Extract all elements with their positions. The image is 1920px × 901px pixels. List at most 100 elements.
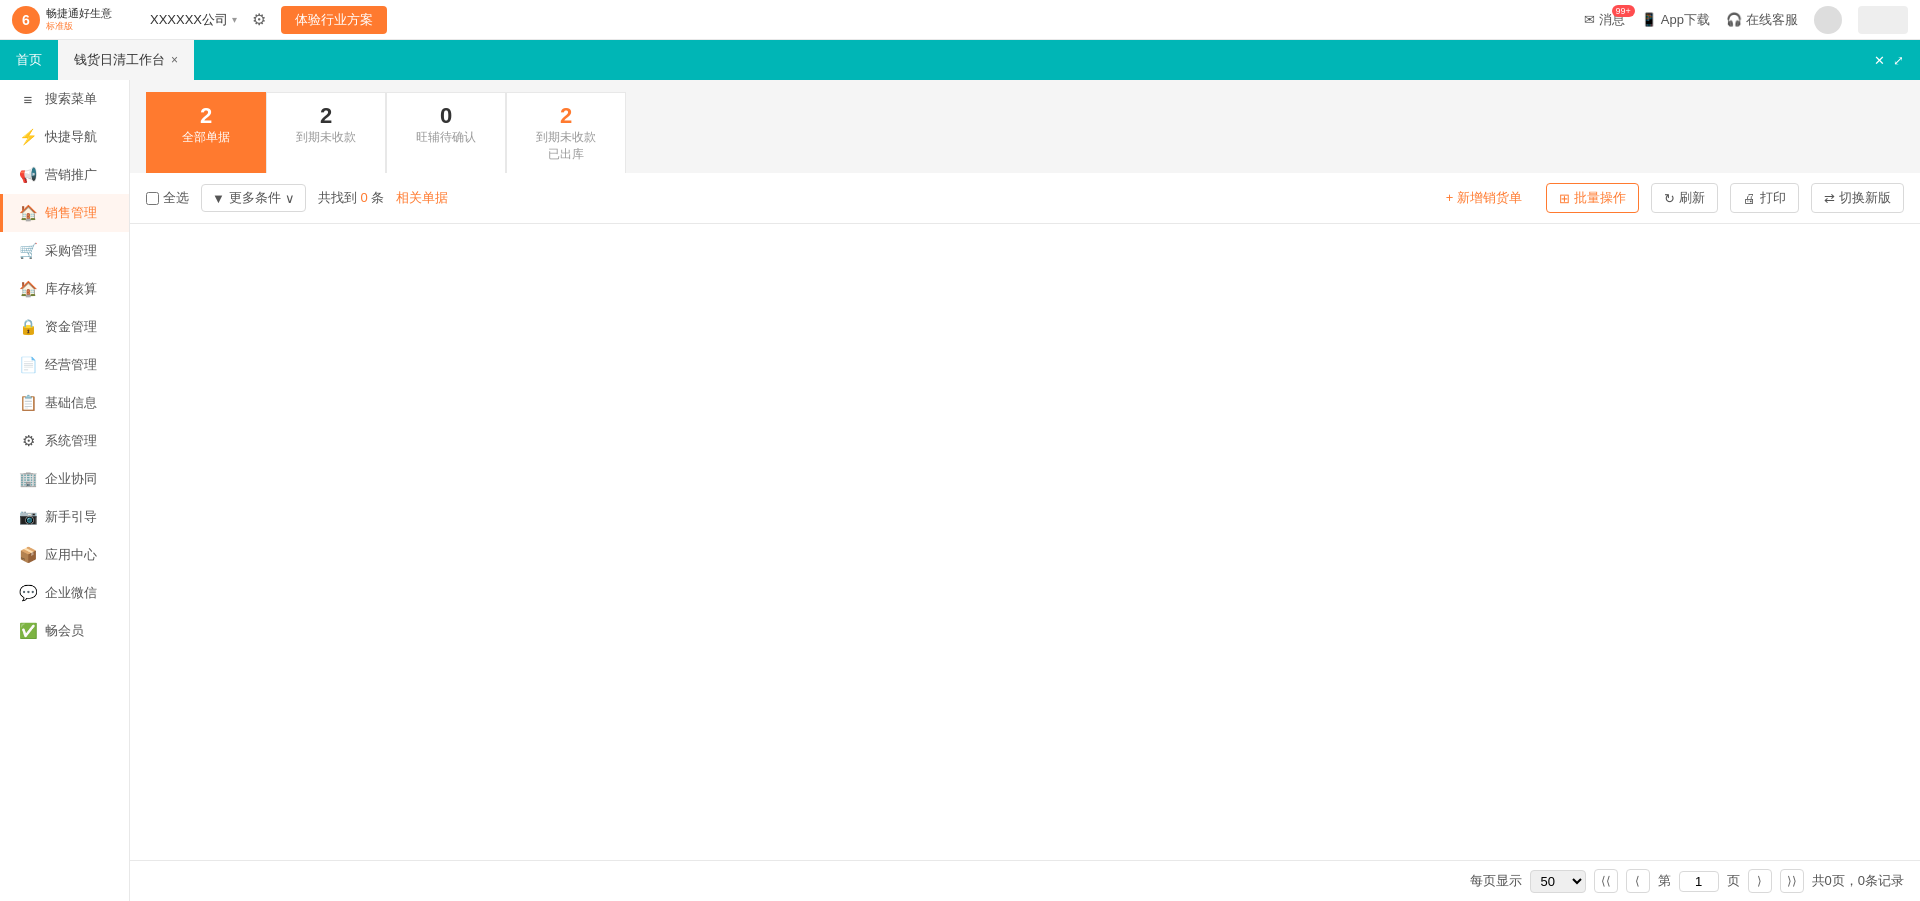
home-tab-label: 首页 bbox=[16, 51, 42, 69]
cooperation-icon: 🏢 bbox=[19, 470, 37, 488]
footer-pagination: 每页显示 50 20 100 ⟨⟨ ⟨ 第 页 ⟩ ⟩⟩ 共0页，0条记录 bbox=[130, 860, 1920, 901]
select-all-input[interactable] bbox=[146, 192, 159, 205]
app-download-item[interactable]: 📱 App下载 bbox=[1641, 11, 1710, 29]
next-page-btn[interactable]: ⟩ bbox=[1748, 869, 1772, 893]
sidebar: ≡ 搜索菜单 ⚡ 快捷导航 📢 营销推广 🏠 销售管理 🛒 采购管理 🏠 库存核… bbox=[0, 80, 130, 901]
print-btn[interactable]: 🖨 打印 bbox=[1730, 183, 1799, 213]
main-layout: ≡ 搜索菜单 ⚡ 快捷导航 📢 营销推广 🏠 销售管理 🛒 采购管理 🏠 库存核… bbox=[0, 80, 1920, 901]
sidebar-member-label: 畅会员 bbox=[45, 622, 84, 640]
switch-label: 切换新版 bbox=[1839, 189, 1891, 207]
sidebar-purchase-label: 采购管理 bbox=[45, 242, 97, 260]
stats-tab-overdue[interactable]: 2 到期未收款 bbox=[266, 92, 386, 173]
stats-tab-out-stock[interactable]: 2 到期未收款 已出库 bbox=[506, 92, 626, 173]
chevron-down-icon: ▾ bbox=[232, 14, 237, 25]
tab-expand-controls: ✕ ⤢ bbox=[1874, 40, 1920, 80]
stats-out-stock-count: 2 bbox=[527, 103, 605, 129]
tab-close-icon[interactable]: × bbox=[171, 53, 178, 67]
sidebar-item-capital[interactable]: 🔒 资金管理 bbox=[0, 308, 129, 346]
inventory-icon: 🏠 bbox=[19, 280, 37, 298]
sidebar-item-basic-info[interactable]: 📋 基础信息 bbox=[0, 384, 129, 422]
avatar[interactable] bbox=[1814, 6, 1842, 34]
system-icon: ⚙ bbox=[19, 432, 37, 450]
batch-op-btn[interactable]: ⊞ 批量操作 bbox=[1546, 183, 1639, 213]
trial-btn[interactable]: 体验行业方案 bbox=[281, 6, 387, 34]
toolbar: 全选 ▼ 更多条件 ∨ 共找到 0 条 相关单据 + 新增销货单 ⊞ 批 bbox=[130, 173, 1920, 224]
logo-text-area: 畅捷通好生意 标准版 bbox=[46, 6, 112, 33]
marketing-icon: 📢 bbox=[19, 166, 37, 184]
close-window-icon[interactable]: ✕ bbox=[1874, 53, 1885, 68]
stats-overdue-label: 到期未收款 bbox=[287, 129, 365, 146]
filter-label: 更多条件 bbox=[229, 189, 281, 207]
switch-version-btn[interactable]: ⇄ 切换新版 bbox=[1811, 183, 1904, 213]
print-label: 打印 bbox=[1760, 189, 1786, 207]
select-all-checkbox[interactable]: 全选 bbox=[146, 189, 189, 207]
company-selector[interactable]: XXXXXX公司 ▾ bbox=[142, 11, 245, 29]
tab-workbench[interactable]: 钱货日清工作台 × bbox=[58, 40, 194, 80]
page-number-input[interactable] bbox=[1679, 871, 1719, 892]
online-service-item[interactable]: 🎧 在线客服 bbox=[1726, 11, 1798, 29]
maximize-icon[interactable]: ⤢ bbox=[1893, 53, 1904, 68]
company-name: XXXXXX公司 bbox=[150, 11, 228, 29]
stats-wangwang-count: 0 bbox=[407, 103, 485, 129]
sidebar-item-cooperation[interactable]: 🏢 企业协同 bbox=[0, 460, 129, 498]
sidebar-item-apps[interactable]: 📦 应用中心 bbox=[0, 536, 129, 574]
sidebar-item-operation[interactable]: 📄 经营管理 bbox=[0, 346, 129, 384]
sidebar-inventory-label: 库存核算 bbox=[45, 280, 97, 298]
sidebar-item-wechat[interactable]: 💬 企业微信 bbox=[0, 574, 129, 612]
page-suffix: 页 bbox=[1727, 872, 1740, 890]
logo-icon: 6 bbox=[12, 6, 40, 34]
stats-tab-wangwang[interactable]: 0 旺辅待确认 bbox=[386, 92, 506, 173]
user-name bbox=[1858, 6, 1908, 34]
logo-badge: 标准版 bbox=[46, 20, 112, 33]
sidebar-item-quick-nav[interactable]: ⚡ 快捷导航 bbox=[0, 118, 129, 156]
headset-icon: 🎧 bbox=[1726, 12, 1742, 27]
refresh-btn[interactable]: ↻ 刷新 bbox=[1651, 183, 1718, 213]
sidebar-item-system[interactable]: ⚙ 系统管理 bbox=[0, 422, 129, 460]
stats-out-stock-label: 到期未收款 已出库 bbox=[527, 129, 605, 163]
found-count: 0 bbox=[361, 190, 368, 205]
sidebar-item-search[interactable]: ≡ 搜索菜单 bbox=[0, 80, 129, 118]
topbar: 6 畅捷通好生意 标准版 XXXXXX公司 ▾ ⚙ 体验行业方案 ✉ 消息 99… bbox=[0, 0, 1920, 40]
new-sales-btn[interactable]: + 新增销货单 bbox=[1434, 184, 1534, 212]
first-page-btn[interactable]: ⟨⟨ bbox=[1594, 869, 1618, 893]
stats-tab-all[interactable]: 2 全部单据 bbox=[146, 92, 266, 173]
sidebar-item-marketing[interactable]: 📢 营销推广 bbox=[0, 156, 129, 194]
last-page-btn[interactable]: ⟩⟩ bbox=[1780, 869, 1804, 893]
toolbar-right: + 新增销货单 ⊞ 批量操作 ↻ 刷新 🖨 打印 ⇄ 切换新版 bbox=[1434, 183, 1904, 213]
settings-icon[interactable]: ⚙ bbox=[245, 6, 273, 34]
wechat-icon: 💬 bbox=[19, 584, 37, 602]
total-info: 共0页，0条记录 bbox=[1812, 872, 1904, 890]
page-label: 第 bbox=[1658, 872, 1671, 890]
batch-icon: ⊞ bbox=[1559, 191, 1570, 206]
switch-icon: ⇄ bbox=[1824, 191, 1835, 206]
phone-icon: 📱 bbox=[1641, 12, 1657, 27]
sidebar-wechat-label: 企业微信 bbox=[45, 584, 97, 602]
sidebar-capital-label: 资金管理 bbox=[45, 318, 97, 336]
stats-all-label: 全部单据 bbox=[167, 129, 245, 146]
apps-icon: 📦 bbox=[19, 546, 37, 564]
prev-page-btn[interactable]: ⟨ bbox=[1626, 869, 1650, 893]
tab-home[interactable]: 首页 bbox=[0, 40, 58, 80]
stats-tabs: 2 全部单据 2 到期未收款 0 旺辅待确认 2 到期未收款 已出库 bbox=[130, 80, 1920, 173]
sidebar-item-inventory[interactable]: 🏠 库存核算 bbox=[0, 270, 129, 308]
print-icon: 🖨 bbox=[1743, 191, 1756, 206]
sidebar-item-purchase[interactable]: 🛒 采购管理 bbox=[0, 232, 129, 270]
topbar-right: ✉ 消息 99+ 📱 App下载 🎧 在线客服 bbox=[1584, 6, 1908, 34]
filter-icon: ▼ bbox=[212, 191, 225, 206]
per-page-label: 每页显示 bbox=[1470, 872, 1522, 890]
per-page-select[interactable]: 50 20 100 bbox=[1530, 870, 1586, 893]
search-icon: ≡ bbox=[19, 90, 37, 108]
guide-icon: 📷 bbox=[19, 508, 37, 526]
content-area: 2 全部单据 2 到期未收款 0 旺辅待确认 2 到期未收款 已出库 bbox=[130, 80, 1920, 901]
sidebar-item-member[interactable]: ✅ 畅会员 bbox=[0, 612, 129, 650]
filter-button[interactable]: ▼ 更多条件 ∨ bbox=[201, 184, 306, 212]
message-item[interactable]: ✉ 消息 99+ bbox=[1584, 11, 1625, 29]
quick-nav-icon: ⚡ bbox=[19, 128, 37, 146]
batch-label: 批量操作 bbox=[1574, 189, 1626, 207]
sidebar-basic-info-label: 基础信息 bbox=[45, 394, 97, 412]
sidebar-item-sales[interactable]: 🏠 销售管理 bbox=[0, 194, 129, 232]
sidebar-item-guide[interactable]: 📷 新手引导 bbox=[0, 498, 129, 536]
refresh-label: 刷新 bbox=[1679, 189, 1705, 207]
related-docs-link[interactable]: 相关单据 bbox=[396, 189, 448, 207]
message-icon: ✉ bbox=[1584, 12, 1595, 27]
